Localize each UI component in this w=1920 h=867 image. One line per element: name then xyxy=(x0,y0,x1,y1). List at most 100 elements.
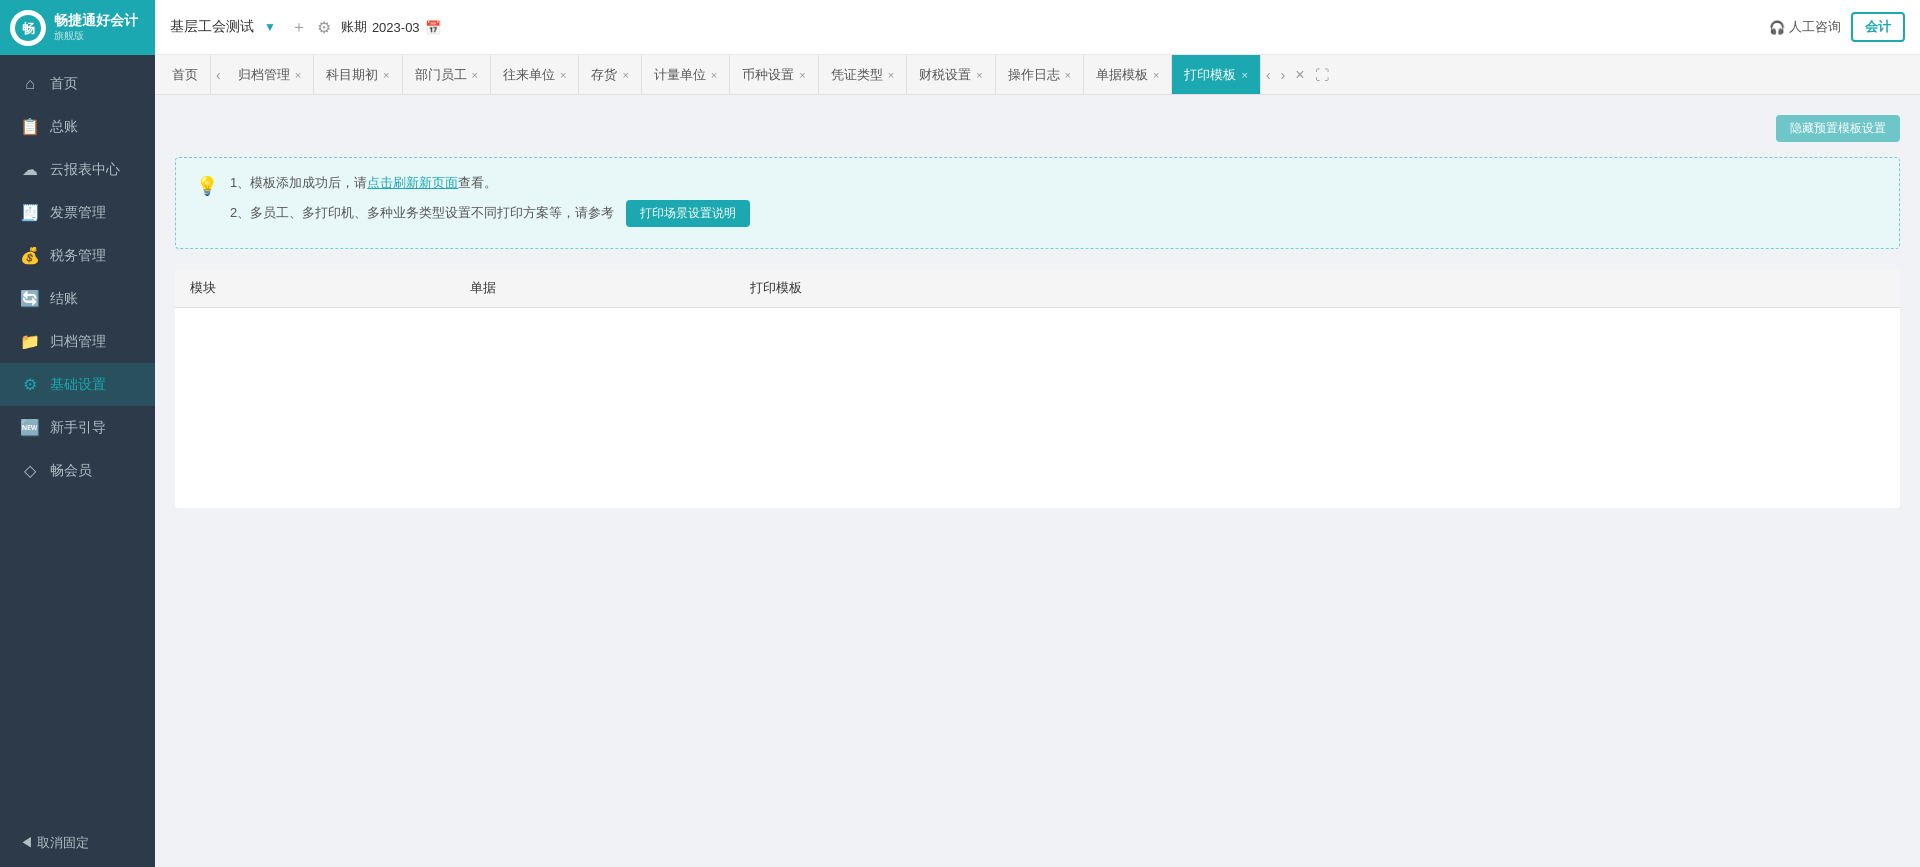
tab-archive[interactable]: 归档管理 × xyxy=(226,55,314,94)
tab-label-currency: 币种设置 xyxy=(742,66,794,84)
logo-text: 畅捷通好会计 旗舰版 xyxy=(54,12,138,43)
unpin-label: ◀ 取消固定 xyxy=(20,834,89,852)
sidebar-logo: 畅 畅捷通好会计 旗舰版 xyxy=(0,0,155,55)
nav-icon-reports: ☁ xyxy=(20,160,40,179)
tab-unit[interactable]: 计量单位 × xyxy=(642,55,730,94)
tab-voucher[interactable]: 凭证类型 × xyxy=(819,55,907,94)
company-dropdown[interactable]: ▼ xyxy=(264,20,276,34)
sidebar-item-invoice[interactable]: 🧾 发票管理 xyxy=(0,191,155,234)
add-button[interactable]: ＋ xyxy=(291,17,307,38)
tab-label-inventory: 存货 xyxy=(591,66,617,84)
tab-currency[interactable]: 币种设置 × xyxy=(730,55,818,94)
tab-oplog[interactable]: 操作日志 × xyxy=(996,55,1084,94)
nav-icon-tax: 💰 xyxy=(20,246,40,265)
home-label: 首页 xyxy=(172,66,198,84)
tab-nav-next[interactable]: › xyxy=(1276,67,1291,83)
tab-inventory[interactable]: 存货 × xyxy=(579,55,641,94)
tab-close-archive[interactable]: × xyxy=(295,69,301,81)
tab-label-oplog: 操作日志 xyxy=(1008,66,1060,84)
info-line2-prefix: 2、多员工、多打印机、多种业务类型设置不同打印方案等，请参考 xyxy=(230,205,614,220)
sidebar-item-member[interactable]: ◇ 畅会员 xyxy=(0,449,155,492)
tab-close-inventory[interactable]: × xyxy=(622,69,628,81)
tab-close-subject[interactable]: × xyxy=(383,69,389,81)
tab-label-template: 单据模板 xyxy=(1096,66,1148,84)
tab-label-subject: 科目期初 xyxy=(326,66,378,84)
hide-preview-button[interactable]: 隐藏预置模板设置 xyxy=(1776,115,1900,142)
tab-department[interactable]: 部门员工 × xyxy=(403,55,491,94)
tab-label-supplier: 往来单位 xyxy=(503,66,555,84)
info-box: 💡 1、模板添加成功后，请点击刷新新页面查看。 2、多员工、多打印机、多种业务类… xyxy=(175,157,1900,249)
settings-icon[interactable]: ⚙ xyxy=(317,18,331,37)
bulb-icon: 💡 xyxy=(196,175,218,233)
print-template-table: 模块 单据 打印模板 xyxy=(175,269,1900,508)
nav-icon-member: ◇ xyxy=(20,461,40,480)
tab-supplier[interactable]: 往来单位 × xyxy=(491,55,579,94)
tab-printtemplate[interactable]: 打印模板 × xyxy=(1172,55,1260,94)
nav-label-tax: 税务管理 xyxy=(50,247,106,265)
nav-label-archive: 归档管理 xyxy=(50,333,106,351)
tabbar: 首页‹归档管理×科目期初×部门员工×往来单位×存货×计量单位×币种设置×凭证类型… xyxy=(155,55,1920,95)
tab-template[interactable]: 单据模板 × xyxy=(1084,55,1172,94)
tab-close-taxsettings[interactable]: × xyxy=(976,69,982,81)
sidebar-item-ledger[interactable]: 📋 总账 xyxy=(0,105,155,148)
nav-label-checkout: 结账 xyxy=(50,290,78,308)
sidebar-item-checkout[interactable]: 🔄 结账 xyxy=(0,277,155,320)
tab-nav-back[interactable]: ‹ xyxy=(211,67,226,83)
tab-close-supplier[interactable]: × xyxy=(560,69,566,81)
nav-label-reports: 云报表中心 xyxy=(50,161,120,179)
sidebar-item-archive[interactable]: 📁 归档管理 xyxy=(0,320,155,363)
tab-label-taxsettings: 财税设置 xyxy=(919,66,971,84)
content-area: 隐藏预置模板设置 💡 1、模板添加成功后，请点击刷新新页面查看。 2、多员工、多… xyxy=(155,95,1920,867)
refresh-link[interactable]: 点击刷新新页面 xyxy=(367,175,458,190)
tab-close-printtemplate[interactable]: × xyxy=(1241,69,1247,81)
tab-label-voucher: 凭证类型 xyxy=(831,66,883,84)
tab-expand[interactable]: ⛶ xyxy=(1310,67,1334,83)
tab-close-all[interactable]: × xyxy=(1290,66,1309,84)
calendar-icon[interactable]: 📅 xyxy=(425,20,441,35)
tab-close-template[interactable]: × xyxy=(1153,69,1159,81)
tab-subject[interactable]: 科目期初 × xyxy=(314,55,402,94)
tab-close-voucher[interactable]: × xyxy=(888,69,894,81)
sidebar-item-reports[interactable]: ☁ 云报表中心 xyxy=(0,148,155,191)
tab-label-unit: 计量单位 xyxy=(654,66,706,84)
unpin-button[interactable]: ◀ 取消固定 xyxy=(0,819,155,867)
sidebar-item-home[interactable]: ⌂ 首页 xyxy=(0,63,155,105)
service-button[interactable]: 🎧 人工咨询 xyxy=(1769,18,1841,36)
info-line1-prefix: 1、模板添加成功后，请 xyxy=(230,175,367,190)
info-line-2: 2、多员工、多打印机、多种业务类型设置不同打印方案等，请参考 打印场景设置说明 xyxy=(230,200,1879,227)
tab-close-department[interactable]: × xyxy=(472,69,478,81)
nav-label-ledger: 总账 xyxy=(50,118,78,136)
tab-label-department: 部门员工 xyxy=(415,66,467,84)
nav-icon-settings: ⚙ xyxy=(20,375,40,394)
nav-label-member: 畅会员 xyxy=(50,462,92,480)
tab-close-currency[interactable]: × xyxy=(799,69,805,81)
sidebar-item-guide[interactable]: 🆕 新手引导 xyxy=(0,406,155,449)
info-content: 1、模板添加成功后，请点击刷新新页面查看。 2、多员工、多打印机、多种业务类型设… xyxy=(230,173,1879,233)
topbar-right: 🎧 人工咨询 会计 xyxy=(1769,12,1905,42)
nav-label-home: 首页 xyxy=(50,75,78,93)
nav-icon-checkout: 🔄 xyxy=(20,289,40,308)
sidebar-item-tax[interactable]: 💰 税务管理 xyxy=(0,234,155,277)
tab-nav-prev[interactable]: ‹ xyxy=(1261,67,1276,83)
nav-icon-archive: 📁 xyxy=(20,332,40,351)
service-label: 人工咨询 xyxy=(1789,18,1841,36)
account-button[interactable]: 会计 xyxy=(1851,12,1905,42)
print-scene-button[interactable]: 打印场景设置说明 xyxy=(626,200,750,227)
tab-taxsettings[interactable]: 财税设置 × xyxy=(907,55,995,94)
info-line1-suffix: 查看。 xyxy=(458,175,497,190)
sidebar-item-settings[interactable]: ⚙ 基础设置 xyxy=(0,363,155,406)
tab-close-unit[interactable]: × xyxy=(711,69,717,81)
company-name: 基层工会测试 xyxy=(170,18,254,36)
svg-text:畅: 畅 xyxy=(22,21,35,36)
logo-icon: 畅 xyxy=(10,10,46,46)
tab-close-oplog[interactable]: × xyxy=(1065,69,1071,81)
tab-label-archive: 归档管理 xyxy=(238,66,290,84)
col-module: 模块 xyxy=(190,279,470,297)
tab-home[interactable]: 首页 xyxy=(160,55,211,94)
nav-label-guide: 新手引导 xyxy=(50,419,106,437)
col-template: 打印模板 xyxy=(750,279,1885,297)
nav-label-settings: 基础设置 xyxy=(50,376,106,394)
tab-label-printtemplate: 打印模板 xyxy=(1184,66,1236,84)
headset-icon: 🎧 xyxy=(1769,20,1785,35)
info-line-1: 1、模板添加成功后，请点击刷新新页面查看。 xyxy=(230,173,1879,194)
